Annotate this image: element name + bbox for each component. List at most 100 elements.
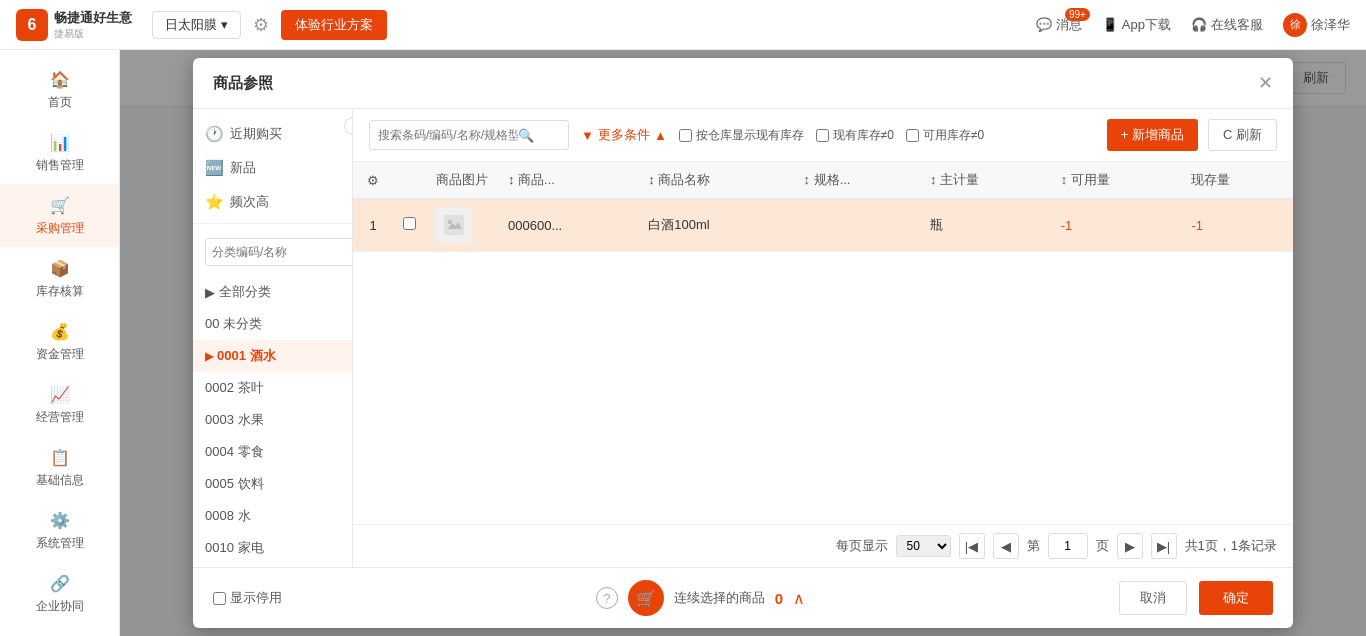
warehouse-stock-checkbox[interactable]: 按仓库显示现有库存: [679, 127, 804, 144]
cart-text: 连续选择的商品: [674, 589, 765, 607]
sidebar-item-inventory[interactable]: 📦 库存核算: [0, 247, 119, 310]
store-selector[interactable]: 日太阳膜 ▾: [152, 11, 241, 39]
category-wine[interactable]: ▶ 0001 酒水: [193, 340, 352, 372]
nonzero-available-checkbox[interactable]: 可用库存≠0: [906, 127, 984, 144]
messages-button[interactable]: 💬 消息 99+: [1036, 16, 1082, 34]
sidebar-item-base-info[interactable]: 📋 基础信息: [0, 436, 119, 499]
sidebar-item-home[interactable]: 🏠 首页: [0, 58, 119, 121]
category-all[interactable]: ▶ 全部分类: [193, 276, 352, 308]
row-checkbox[interactable]: [393, 199, 426, 252]
row-spec: [794, 199, 921, 252]
category-snack[interactable]: 0004 零食: [193, 436, 352, 468]
filter-arrow-icon: ▲: [654, 128, 667, 143]
prev-page-button[interactable]: ◀: [993, 533, 1019, 559]
total-label: 共1页，1条记录: [1185, 537, 1277, 555]
active-arrow-icon: ▶: [205, 350, 213, 363]
row-code: 000600...: [498, 199, 638, 252]
app-download-button[interactable]: 📱 App下载: [1102, 16, 1171, 34]
sidebar-frequent[interactable]: ⭐ 频次高: [193, 185, 352, 219]
col-unit[interactable]: ↕ 主计量: [920, 162, 1051, 199]
cart-icon[interactable]: 🛒: [628, 580, 664, 616]
modal-footer: 显示停用 ? 🛒 连续选择的商品 0 ∧ 取消 确定: [193, 567, 1293, 628]
first-page-button[interactable]: |◀: [959, 533, 985, 559]
product-table-container: ⚙ 商品图片 ↕ 商品... ↕ 商品名称: [353, 162, 1293, 524]
sidebar-recent-purchases[interactable]: 🕐 近期购买: [193, 117, 352, 151]
category-beverage[interactable]: 0005 饮料: [193, 468, 352, 500]
col-code[interactable]: ↕ 商品...: [498, 162, 638, 199]
help-button[interactable]: ?: [596, 587, 618, 609]
base-info-icon: 📋: [49, 446, 71, 468]
product-search-input[interactable]: [378, 128, 518, 142]
col-image: 商品图片: [426, 162, 498, 199]
online-service-button[interactable]: 🎧 在线客服: [1191, 16, 1263, 34]
col-name[interactable]: ↕ 商品名称: [638, 162, 793, 199]
nonzero-stock-checkbox[interactable]: 现有库存≠0: [816, 127, 894, 144]
next-page-button[interactable]: ▶: [1117, 533, 1143, 559]
home-icon: 🏠: [49, 68, 71, 90]
cart-expand-button[interactable]: ∧: [793, 589, 805, 608]
expand-icon: ▶: [205, 285, 215, 300]
more-filter-button[interactable]: ▼ 更多条件 ▲: [581, 126, 667, 144]
cancel-button[interactable]: 取消: [1119, 581, 1187, 615]
show-disabled-checkbox[interactable]: 显示停用: [213, 589, 282, 607]
col-available[interactable]: ↕ 可用量: [1051, 162, 1182, 199]
app-logo: 6 畅捷通好生意 捷易版: [16, 9, 132, 41]
category-uncategorized[interactable]: 00 未分类: [193, 308, 352, 340]
sidebar-item-purchase[interactable]: 🛒 采购管理: [0, 184, 119, 247]
category-search-input[interactable]: [205, 238, 353, 266]
last-page-button[interactable]: ▶|: [1151, 533, 1177, 559]
logo-icon: 6: [16, 9, 48, 41]
per-page-select[interactable]: 50 10 20 100: [896, 535, 951, 557]
table-row[interactable]: 1: [353, 199, 1293, 252]
category-search-area: 🔍: [193, 228, 352, 272]
row-stock: -1: [1181, 199, 1293, 252]
management-icon: 📈: [49, 383, 71, 405]
product-table: ⚙ 商品图片 ↕ 商品... ↕ 商品名称: [353, 162, 1293, 252]
finance-icon: 💰: [49, 320, 71, 342]
sidebar-item-cooperation[interactable]: 🔗 企业协同: [0, 562, 119, 625]
col-settings[interactable]: ⚙: [353, 162, 393, 199]
sidebar-item-guide[interactable]: 🌟 新手引导: [0, 625, 119, 636]
sidebar-item-sales[interactable]: 📊 销售管理: [0, 121, 119, 184]
navbar: 6 畅捷通好生意 捷易版 日太阳膜 ▾ ⚙ 体验行业方案 💬 消息 99+ 📱 …: [0, 0, 1366, 50]
confirm-button[interactable]: 确定: [1199, 581, 1273, 615]
chevron-down-icon: ▾: [221, 17, 228, 32]
footer-right: 取消 确定: [1119, 581, 1273, 615]
col-stock[interactable]: 现存量: [1181, 162, 1293, 199]
search-icon[interactable]: 🔍: [518, 128, 534, 143]
star-icon: ⭐: [205, 193, 224, 211]
mobile-icon: 📱: [1102, 17, 1118, 32]
col-checkbox: [393, 162, 426, 199]
sidebar-item-management[interactable]: 📈 经营管理: [0, 373, 119, 436]
refresh-button[interactable]: C 刷新: [1208, 119, 1277, 151]
add-product-button[interactable]: + 新增商品: [1107, 119, 1198, 151]
purchase-icon: 🛒: [49, 194, 71, 216]
category-fruit[interactable]: 0003 水果: [193, 404, 352, 436]
user-avatar[interactable]: 徐 徐泽华: [1283, 13, 1350, 37]
page-number-input[interactable]: [1048, 533, 1088, 559]
cooperation-icon: 🔗: [49, 572, 71, 594]
col-spec[interactable]: ↕ 规格...: [794, 162, 921, 199]
toolbar-actions: + 新增商品 C 刷新: [1107, 119, 1277, 151]
inventory-icon: 📦: [49, 257, 71, 279]
category-list: ▶ 全部分类 00 未分类 ▶ 0001 酒水 0002 茶: [193, 272, 352, 567]
modal-title: 商品参照: [213, 74, 273, 93]
footer-cart: ? 🛒 连续选择的商品 0 ∧: [596, 580, 805, 616]
category-water[interactable]: 0008 水: [193, 500, 352, 532]
modal-toolbar: 🔍 ▼ 更多条件 ▲ 按仓库显示现有库存: [353, 109, 1293, 162]
message-icon: 💬: [1036, 17, 1052, 32]
product-search-box[interactable]: 🔍: [369, 120, 569, 150]
sidebar-item-finance[interactable]: 💰 资金管理: [0, 310, 119, 373]
modal-sidebar: 《 🕐 近期购买 🆕 新品 ⭐ 频次高: [193, 109, 353, 567]
sidebar-new-products[interactable]: 🆕 新品: [193, 151, 352, 185]
sidebar-item-system[interactable]: ⚙️ 系统管理: [0, 499, 119, 562]
category-tea[interactable]: 0002 茶叶: [193, 372, 352, 404]
page-suffix: 页: [1096, 537, 1109, 555]
experience-button[interactable]: 体验行业方案: [281, 10, 387, 40]
page-label: 第: [1027, 537, 1040, 555]
row-name: 白酒100ml: [638, 199, 793, 252]
close-button[interactable]: ✕: [1258, 72, 1273, 94]
row-unit: 瓶: [920, 199, 1051, 252]
gear-icon[interactable]: ⚙: [253, 14, 269, 36]
category-appliance[interactable]: 0010 家电: [193, 532, 352, 564]
